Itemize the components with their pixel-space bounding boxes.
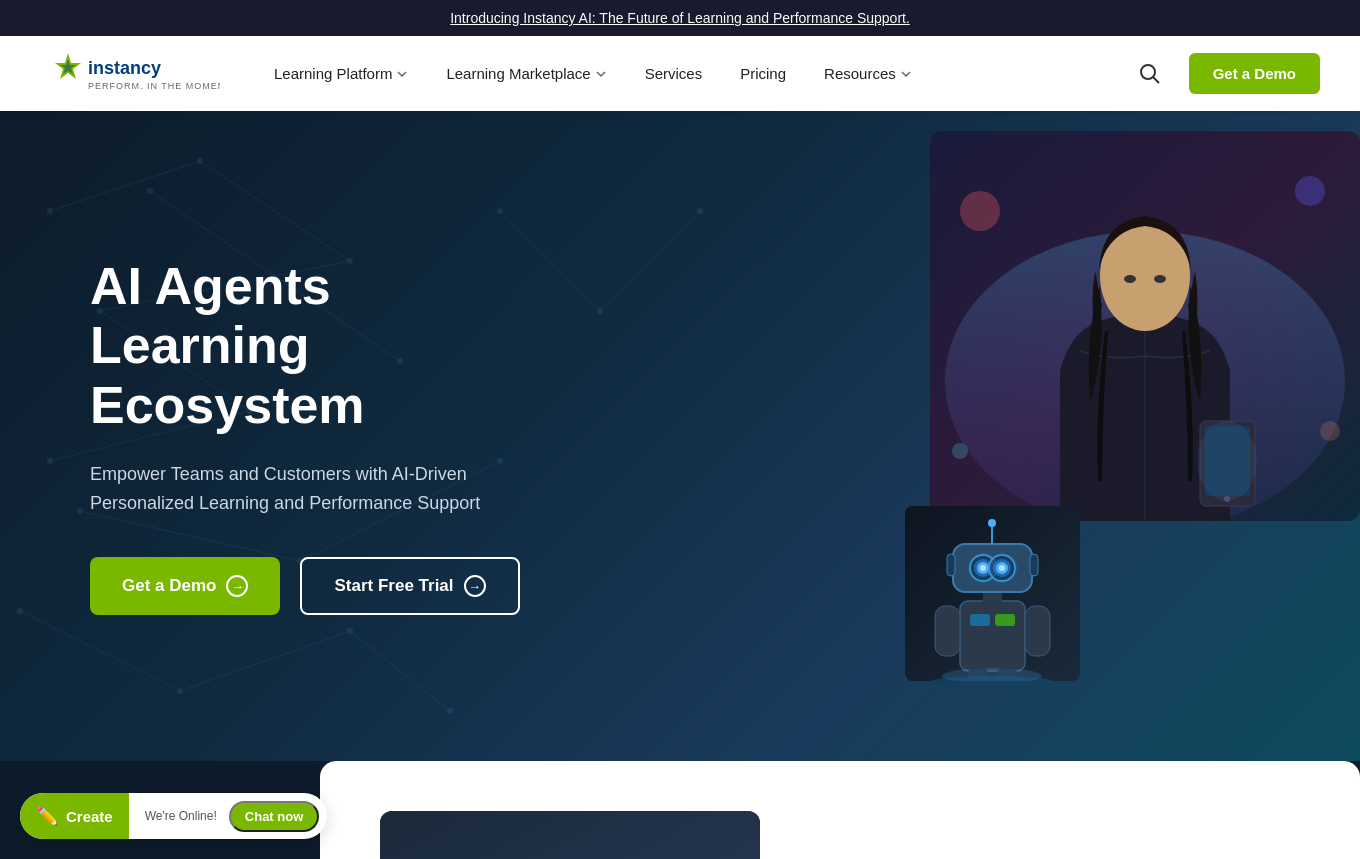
svg-rect-53 [970, 614, 990, 626]
edit-icon: ✏️ [36, 805, 58, 827]
nav-links: Learning Platform Learning Marketplace S… [260, 57, 1131, 90]
copilot-card: Co-Pilot for eLearning Creators Harness … [320, 761, 1360, 859]
svg-rect-72 [1025, 606, 1050, 656]
svg-point-68 [988, 519, 996, 527]
nav-pricing[interactable]: Pricing [726, 57, 800, 90]
svg-point-36 [447, 708, 453, 714]
svg-rect-77 [380, 811, 760, 859]
svg-point-50 [952, 443, 968, 459]
svg-text:instancy: instancy [88, 58, 161, 78]
hero-images [880, 111, 1360, 761]
search-icon [1139, 63, 1161, 85]
svg-point-66 [987, 553, 1017, 583]
copilot-image [380, 811, 760, 859]
chat-right: We're Online! Chat now [129, 801, 328, 832]
hero-buttons: Get a Demo → Start Free Trial → [90, 557, 520, 615]
chat-create-label: Create [66, 808, 113, 825]
hero-subtitle: Empower Teams and Customers with AI-Driv… [90, 460, 520, 518]
hero-start-trial-button[interactable]: Start Free Trial → [300, 557, 519, 615]
svg-line-15 [600, 211, 700, 311]
svg-point-4 [1141, 65, 1155, 79]
chevron-down-icon [396, 68, 408, 80]
woman-image [930, 131, 1360, 521]
svg-point-46 [1197, 421, 1257, 501]
nav-learning-marketplace[interactable]: Learning Marketplace [432, 57, 620, 90]
copilot-image-svg [380, 811, 760, 859]
navbar: instancy PERFORM. IN THE MOMENT Learning… [0, 36, 1360, 111]
arrow-right-icon: → [464, 575, 486, 597]
svg-rect-54 [995, 614, 1015, 626]
banner-link[interactable]: Introducing Instancy AI: The Future of L… [450, 10, 910, 26]
svg-rect-70 [1030, 554, 1038, 576]
svg-point-48 [1295, 176, 1325, 206]
chat-widget: ✏️ Create We're Online! Chat now [20, 793, 327, 839]
chevron-down-icon [595, 68, 607, 80]
svg-rect-52 [960, 601, 1025, 671]
hero-robot-image [905, 506, 1080, 681]
logo[interactable]: instancy PERFORM. IN THE MOMENT [40, 46, 220, 101]
chat-combined-widget[interactable]: ✏️ Create We're Online! Chat now [20, 793, 327, 839]
arrow-right-icon: → [226, 575, 248, 597]
chat-now-button[interactable]: Chat now [229, 801, 320, 832]
nav-resources[interactable]: Resources [810, 57, 926, 90]
online-status-label: We're Online! [137, 805, 225, 827]
svg-point-49 [1320, 421, 1340, 441]
hero-section: AI Agents Learning Ecosystem Empower Tea… [0, 111, 1360, 761]
svg-point-41 [1124, 275, 1136, 283]
top-banner: Introducing Instancy AI: The Future of L… [0, 0, 1360, 36]
svg-point-20 [197, 158, 203, 164]
hero-content: AI Agents Learning Ecosystem Empower Tea… [0, 177, 600, 696]
search-button[interactable] [1131, 55, 1169, 93]
svg-point-42 [1154, 275, 1166, 283]
svg-rect-71 [935, 606, 960, 656]
chevron-down-icon [900, 68, 912, 80]
nav-services[interactable]: Services [631, 57, 717, 90]
robot-svg [905, 506, 1080, 681]
navbar-get-demo-button[interactable]: Get a Demo [1189, 53, 1320, 94]
svg-text:PERFORM. IN THE MOMENT: PERFORM. IN THE MOMENT [88, 81, 220, 91]
svg-line-5 [1153, 77, 1159, 83]
hero-main-image [930, 131, 1360, 521]
svg-point-32 [697, 208, 703, 214]
svg-point-47 [960, 191, 1000, 231]
chat-create-area[interactable]: ✏️ Create [20, 793, 129, 839]
hero-title: AI Agents Learning Ecosystem [90, 257, 520, 436]
nav-learning-platform[interactable]: Learning Platform [260, 57, 422, 90]
hero-get-demo-button[interactable]: Get a Demo → [90, 557, 280, 615]
svg-rect-69 [947, 554, 955, 576]
